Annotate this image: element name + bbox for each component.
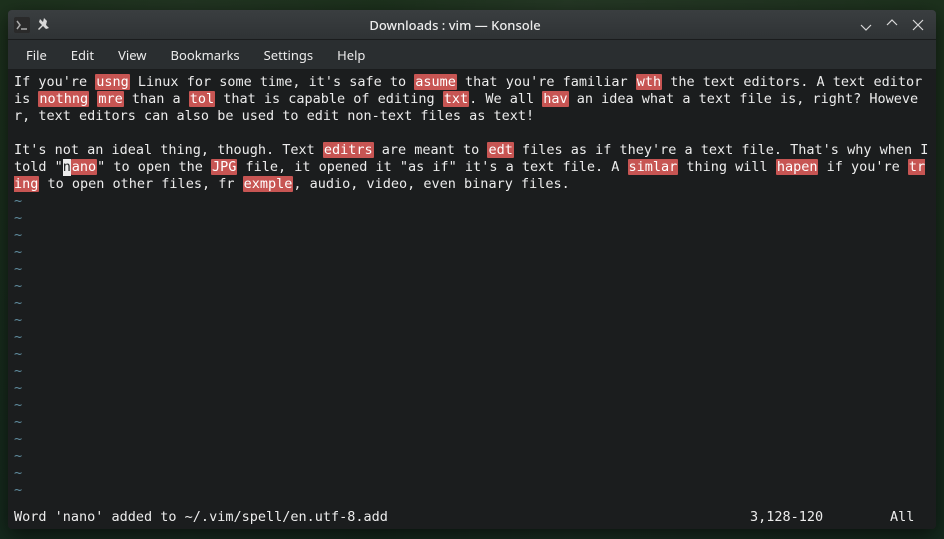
- spell-error: hapen: [776, 159, 819, 175]
- menu-bookmarks[interactable]: Bookmarks: [161, 42, 250, 68]
- vim-empty-line: ~: [14, 448, 22, 464]
- spell-error: hav: [542, 91, 568, 107]
- vim-empty-line: ~: [14, 278, 22, 294]
- app-icon: [14, 17, 30, 33]
- vim-editor[interactable]: If you're usng Linux for some time, it's…: [8, 70, 936, 529]
- vim-empty-line: ~: [14, 244, 22, 260]
- close-button[interactable]: [910, 17, 926, 33]
- konsole-window: Downloads : vim — Konsole FileEditViewBo…: [8, 10, 936, 529]
- vim-empty-line: ~: [14, 346, 22, 362]
- spell-error: wth: [636, 74, 662, 90]
- maximize-button[interactable]: [884, 17, 900, 33]
- vim-empty-line: ~: [14, 431, 22, 447]
- menu-edit[interactable]: Edit: [61, 42, 104, 68]
- vim-empty-line: ~: [14, 482, 22, 498]
- window-title: Downloads : vim — Konsole: [52, 16, 858, 34]
- menu-file[interactable]: File: [16, 42, 57, 68]
- vim-empty-line: ~: [14, 227, 22, 243]
- titlebar: Downloads : vim — Konsole: [8, 10, 936, 40]
- vim-empty-line: ~: [14, 363, 22, 379]
- menu-help[interactable]: Help: [327, 42, 375, 68]
- spell-error: exmple: [243, 176, 294, 192]
- vim-empty-line: ~: [14, 465, 22, 481]
- vim-empty-line: ~: [14, 329, 22, 345]
- minimize-button[interactable]: [858, 17, 874, 33]
- vim-empty-line: ~: [14, 414, 22, 430]
- menu-view[interactable]: View: [108, 42, 156, 68]
- vim-empty-line: ~: [14, 312, 22, 328]
- spell-error: tol: [189, 91, 215, 107]
- pin-icon[interactable]: [36, 17, 52, 33]
- spell-error: edt: [487, 142, 513, 158]
- status-percent: All: [890, 509, 930, 525]
- spell-error: usng: [95, 74, 130, 90]
- status-message: Word 'nano' added to ~/.vim/spell/en.utf…: [14, 509, 750, 525]
- spell-error: nothng: [38, 91, 89, 107]
- spell-error: simlar: [628, 159, 679, 175]
- vim-statusline: Word 'nano' added to ~/.vim/spell/en.utf…: [14, 509, 930, 525]
- vim-empty-line: ~: [14, 397, 22, 413]
- spell-error: editrs: [323, 142, 374, 158]
- vim-buffer: If you're usng Linux for some time, it's…: [14, 74, 930, 499]
- menubar: FileEditViewBookmarksSettingsHelp: [8, 40, 936, 70]
- vim-empty-line: ~: [14, 380, 22, 396]
- spell-error: ano: [71, 159, 97, 175]
- vim-empty-line: ~: [14, 210, 22, 226]
- spell-error: asume: [414, 74, 457, 90]
- spell-error: JPG: [211, 159, 237, 175]
- vim-empty-line: ~: [14, 295, 22, 311]
- spell-error: mre: [97, 91, 123, 107]
- menu-settings[interactable]: Settings: [254, 42, 323, 68]
- vim-empty-line: ~: [14, 193, 22, 209]
- vim-cursor: n: [63, 159, 71, 176]
- spell-error: txt: [443, 91, 469, 107]
- vim-empty-line: ~: [14, 261, 22, 277]
- status-position: 3,128-120: [750, 509, 890, 525]
